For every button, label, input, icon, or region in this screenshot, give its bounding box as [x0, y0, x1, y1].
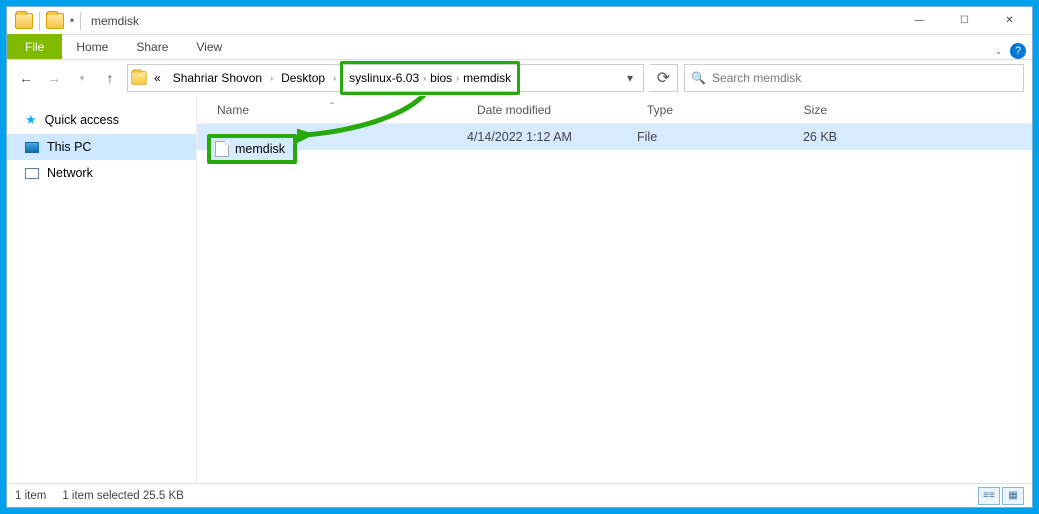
folder-icon: [131, 71, 146, 85]
annotation-highlight-file: memdisk: [207, 134, 297, 164]
file-list-pane: ⌃ Name Date modified Type Size memdisk 4…: [197, 96, 1032, 483]
thumbnails-view-button[interactable]: ▦: [1002, 487, 1024, 505]
sort-ascending-icon: ⌃: [329, 101, 336, 110]
window-title: memdisk: [91, 14, 139, 28]
chevron-right-icon: ›: [333, 73, 336, 83]
breadcrumb-item[interactable]: syslinux-6.03: [347, 66, 421, 90]
file-icon: [215, 141, 229, 157]
separator: [39, 12, 40, 30]
forward-button[interactable]: →: [43, 67, 65, 89]
breadcrumb-item[interactable]: Desktop: [275, 66, 331, 90]
separator: [80, 12, 81, 30]
search-box[interactable]: 🔍 Search memdisk: [684, 64, 1024, 92]
annotation-highlight-path: syslinux-6.03 › bios › memdisk: [340, 61, 520, 95]
sidebar-item-this-pc[interactable]: This PC: [7, 134, 196, 160]
status-bar: 1 item 1 item selected 25.5 KB ≡≡ ▦: [7, 483, 1032, 507]
chevron-right-icon: ›: [423, 73, 426, 83]
address-dropdown[interactable]: ▾: [619, 71, 641, 85]
content-area: ★ Quick access This PC Network ⌃ Name Da…: [7, 96, 1032, 483]
minimize-button[interactable]: —: [897, 7, 942, 35]
sidebar-item-label: Quick access: [45, 113, 119, 127]
help-button[interactable]: ?: [1010, 43, 1026, 59]
sidebar-item-network[interactable]: Network: [7, 160, 196, 186]
tab-view[interactable]: View: [182, 35, 236, 59]
recent-locations-button[interactable]: ▾: [71, 67, 93, 89]
network-icon: [25, 168, 39, 179]
refresh-button[interactable]: ⟳: [650, 64, 678, 92]
search-icon: 🔍: [691, 71, 706, 85]
back-button[interactable]: ←: [15, 67, 37, 89]
ribbon-tabs: File Home Share View ⌄ ?: [7, 35, 1032, 60]
ribbon-expand-icon[interactable]: ⌄: [995, 47, 1002, 56]
search-placeholder: Search memdisk: [712, 71, 801, 85]
file-row[interactable]: memdisk 4/14/2022 1:12 AM File 26 KB: [197, 124, 1032, 150]
chevron-right-icon: ›: [270, 73, 273, 83]
folder-icon: [15, 13, 33, 29]
breadcrumb-item[interactable]: memdisk: [461, 66, 513, 90]
column-size[interactable]: Size: [737, 103, 837, 117]
column-headers: ⌃ Name Date modified Type Size: [197, 96, 1032, 124]
quick-access-toolbar: ▾: [7, 12, 81, 30]
navigation-pane: ★ Quick access This PC Network: [7, 96, 197, 483]
window-controls: — ☐ ✕: [897, 7, 1032, 35]
navigation-row: ← → ▾ ↑ « Shahriar Shovon › Desktop › sy…: [7, 60, 1032, 96]
sidebar-item-label: Network: [47, 166, 93, 180]
column-type[interactable]: Type: [637, 103, 737, 117]
tab-home[interactable]: Home: [62, 35, 122, 59]
file-name: memdisk: [235, 142, 285, 156]
title-bar: ▾ memdisk — ☐ ✕: [7, 7, 1032, 35]
sidebar-item-label: This PC: [47, 140, 91, 154]
folder-open-icon[interactable]: [46, 13, 64, 29]
file-date: 4/14/2022 1:12 AM: [467, 130, 637, 144]
monitor-icon: [25, 142, 39, 153]
file-tab[interactable]: File: [7, 34, 62, 59]
maximize-button[interactable]: ☐: [942, 7, 987, 35]
details-view-button[interactable]: ≡≡: [978, 487, 1000, 505]
close-button[interactable]: ✕: [987, 7, 1032, 35]
explorer-window: ▾ memdisk — ☐ ✕ File Home Share View ⌄ ?…: [6, 6, 1033, 508]
up-button[interactable]: ↑: [99, 67, 121, 89]
status-selection-size: 25.5 KB: [143, 490, 184, 502]
tab-share[interactable]: Share: [122, 35, 182, 59]
file-size: 26 KB: [737, 130, 837, 144]
chevron-right-icon: ›: [456, 73, 459, 83]
qat-chevron-icon[interactable]: ▾: [70, 16, 74, 25]
sidebar-item-quick-access[interactable]: ★ Quick access: [7, 106, 196, 134]
breadcrumb-item[interactable]: bios: [428, 66, 454, 90]
file-type: File: [637, 130, 737, 144]
breadcrumb-overflow[interactable]: «: [148, 66, 167, 90]
column-name[interactable]: ⌃ Name: [197, 103, 467, 117]
address-bar[interactable]: « Shahriar Shovon › Desktop › syslinux-6…: [127, 64, 644, 92]
breadcrumb-item[interactable]: Shahriar Shovon: [167, 66, 268, 90]
status-selection-count: 1 item selected: [62, 490, 139, 502]
view-switcher: ≡≡ ▦: [978, 487, 1024, 505]
column-date[interactable]: Date modified: [467, 103, 637, 117]
status-item-count: 1 item: [15, 490, 46, 502]
star-icon: ★: [25, 112, 37, 128]
